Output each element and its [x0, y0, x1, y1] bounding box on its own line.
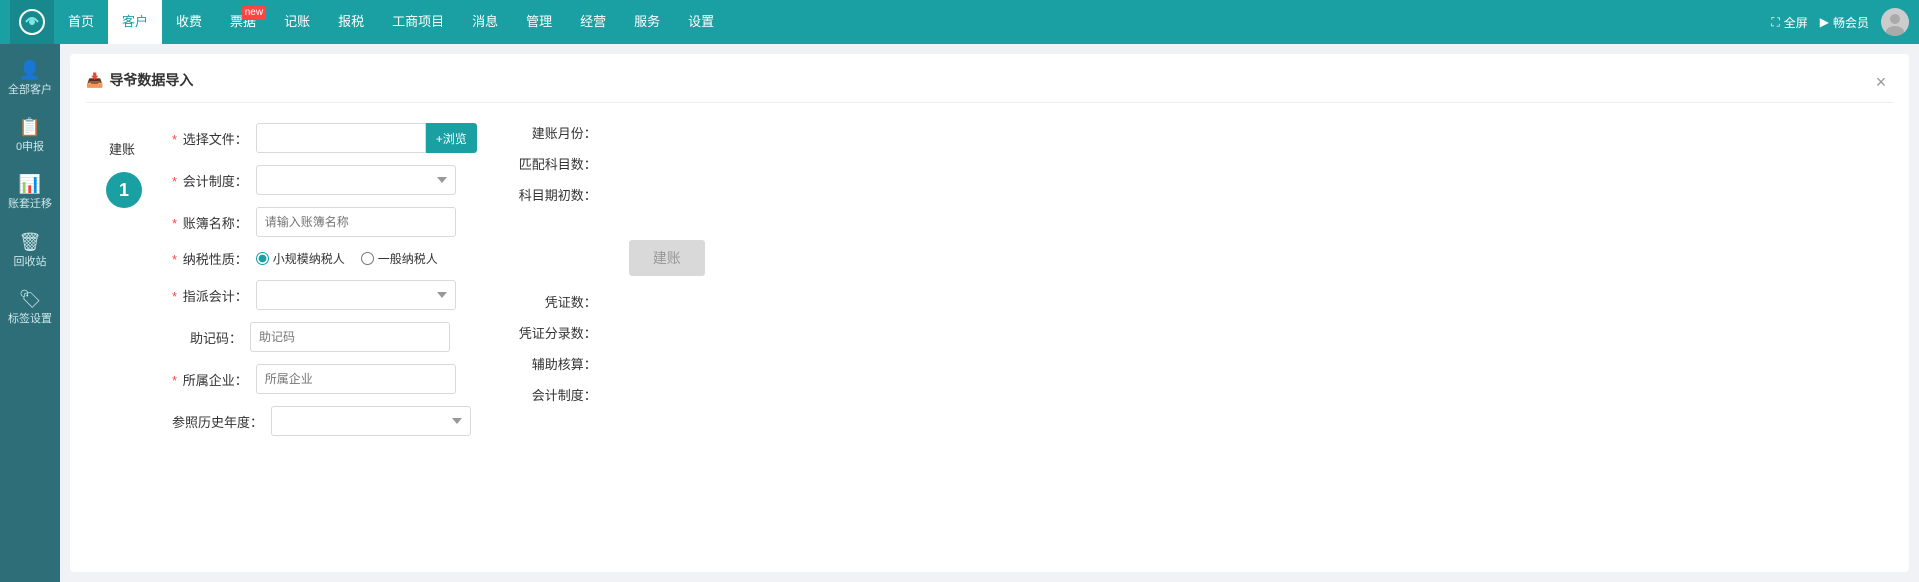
close-button[interactable]: ×	[1869, 70, 1893, 94]
nav-item-message[interactable]: 消息	[458, 0, 512, 44]
app-logo[interactable]	[10, 0, 54, 44]
new-badge: new	[242, 6, 266, 20]
company-row: * 所属企业：	[172, 364, 477, 394]
match-subjects-row: 匹配科目数：	[517, 154, 817, 173]
file-select-row: * 选择文件： +浏览	[172, 123, 477, 153]
assign-accountant-row: * 指派会计：	[172, 280, 477, 310]
nav-menu: 首页 客户 收费 票据 new 记账 报税 工商项目 消息 管理 经营 服务 设…	[54, 0, 728, 44]
sidebar-item-report[interactable]: 📋 0申报	[0, 109, 60, 162]
sidebar-item-all-customers[interactable]: 👤 全部客户	[0, 52, 60, 105]
subject-initial-row: 科目期初数：	[517, 185, 817, 204]
sidebar-item-label: 0申报	[16, 141, 44, 154]
nav-item-charge[interactable]: 收费	[162, 0, 216, 44]
memo-label: 助记码：	[172, 328, 242, 347]
sidebar: 👤 全部客户 📋 0申报 📊 账套迁移 🗑 回收站 🏷 标签设置	[0, 44, 60, 582]
account-month-row: 建账月份：	[517, 123, 817, 142]
panel-title-bar: 📥 导爷数据导入	[86, 70, 1893, 103]
sidebar-item-account-migration[interactable]: 📊 账套迁移	[0, 166, 60, 219]
right-accounting-system-label: 会计制度：	[517, 385, 597, 404]
fullscreen-button[interactable]: ⛶ 全屏	[1771, 14, 1807, 31]
content-panel: 📥 导爷数据导入 × 建账 1 *	[70, 54, 1909, 572]
match-subjects-label: 匹配科目数：	[517, 154, 597, 173]
tax-type-label: * 纳税性质：	[172, 249, 248, 268]
main-content: 📥 导爷数据导入 × 建账 1 *	[60, 44, 1919, 582]
tax-radio-general[interactable]: 一般纳税人	[361, 250, 438, 267]
sidebar-item-label: 账套迁移	[8, 198, 52, 211]
panel-title-text: 导爷数据导入	[109, 70, 193, 90]
panel-title-icon: 📥	[86, 72, 103, 89]
all-customers-icon: 👤	[19, 60, 41, 81]
accounting-system-label: * 会计制度：	[172, 171, 248, 190]
main-layout: 👤 全部客户 📋 0申报 📊 账套迁移 🗑 回收站 🏷 标签设置 📥 导爷数据导…	[0, 44, 1919, 582]
nav-item-invoice[interactable]: 票据 new	[216, 0, 270, 44]
form-left-section: 建账 1 * 选择文件： +浏览	[106, 123, 477, 436]
account-month-label: 建账月份：	[517, 123, 597, 142]
file-label: * 选择文件：	[172, 129, 248, 148]
voucher-count-row: 凭证数：	[517, 292, 817, 311]
recycle-icon: 🗑	[19, 232, 42, 253]
user-avatar[interactable]	[1881, 8, 1909, 36]
ledger-name-label: * 账簿名称：	[172, 213, 248, 232]
accounting-system-row: * 会计制度：	[172, 165, 477, 195]
company-input[interactable]	[256, 364, 456, 394]
nav-item-service[interactable]: 服务	[620, 0, 674, 44]
auxiliary-label: 辅助核算：	[517, 354, 597, 373]
tax-radio-group: 小规模纳税人 一般纳税人	[256, 250, 438, 267]
tax-type-row: * 纳税性质： 小规模纳税人 一般纳税人	[172, 249, 477, 268]
build-account-button[interactable]: 建账	[629, 240, 705, 276]
account-migration-icon: 📊	[19, 174, 41, 195]
file-input[interactable]	[256, 123, 426, 153]
member-button[interactable]: ▶ 畅会员	[1820, 14, 1869, 31]
memo-input[interactable]	[250, 322, 450, 352]
nav-item-tax[interactable]: 报税	[324, 0, 378, 44]
nav-item-settings[interactable]: 设置	[674, 0, 728, 44]
voucher-records-row: 凭证分录数：	[517, 323, 817, 342]
report-icon: 📋	[19, 117, 41, 138]
nav-item-operation[interactable]: 经营	[566, 0, 620, 44]
ledger-name-row: * 账簿名称：	[172, 207, 477, 237]
voucher-count-label: 凭证数：	[517, 292, 597, 311]
nav-item-manage[interactable]: 管理	[512, 0, 566, 44]
nav-right-area: ⛶ 全屏 ▶ 畅会员	[1771, 8, 1909, 36]
step-label: 建账	[109, 139, 135, 158]
sidebar-item-tag-settings[interactable]: 🏷 标签设置	[0, 281, 60, 334]
member-icon: ▶	[1820, 15, 1829, 29]
assign-accountant-label: * 指派会计：	[172, 286, 248, 305]
voucher-records-label: 凭证分录数：	[517, 323, 597, 342]
step-badge: 1	[106, 172, 142, 208]
form-fields: * 选择文件： +浏览 * 会计制度：	[172, 123, 477, 436]
assign-accountant-select[interactable]	[256, 280, 456, 310]
form-container: 建账 1 * 选择文件： +浏览	[86, 123, 1893, 436]
company-label: * 所属企业：	[172, 370, 248, 389]
memo-row: 助记码：	[172, 322, 477, 352]
sidebar-item-recycle[interactable]: 🗑 回收站	[0, 224, 60, 277]
history-year-row: 参照历史年度：	[172, 406, 477, 436]
sidebar-item-label: 全部客户	[8, 84, 52, 97]
right-accounting-system-row: 会计制度：	[517, 385, 817, 404]
tax-radio-small[interactable]: 小规模纳税人	[256, 250, 345, 267]
nav-item-bookkeeping[interactable]: 记账	[270, 0, 324, 44]
sidebar-item-label: 回收站	[14, 256, 47, 269]
history-year-select[interactable]	[271, 406, 471, 436]
auxiliary-row: 辅助核算：	[517, 354, 817, 373]
accounting-system-select[interactable]	[256, 165, 456, 195]
nav-item-business[interactable]: 工商项目	[378, 0, 458, 44]
nav-item-customer[interactable]: 客户	[108, 0, 162, 44]
form-right-section: 建账月份： 匹配科目数： 科目期初数： 建账	[517, 123, 817, 436]
top-navigation: 首页 客户 收费 票据 new 记账 报税 工商项目 消息 管理 经营 服务 设…	[0, 0, 1919, 44]
nav-item-home[interactable]: 首页	[54, 0, 108, 44]
sidebar-item-label: 标签设置	[8, 313, 52, 326]
subject-initial-label: 科目期初数：	[517, 185, 597, 204]
tag-settings-icon: 🏷	[19, 289, 42, 310]
file-input-group: +浏览	[256, 123, 477, 153]
fullscreen-icon: ⛶	[1771, 15, 1779, 30]
ledger-name-input[interactable]	[256, 207, 456, 237]
browse-button[interactable]: +浏览	[426, 123, 477, 153]
history-year-label: 参照历史年度：	[172, 412, 263, 431]
